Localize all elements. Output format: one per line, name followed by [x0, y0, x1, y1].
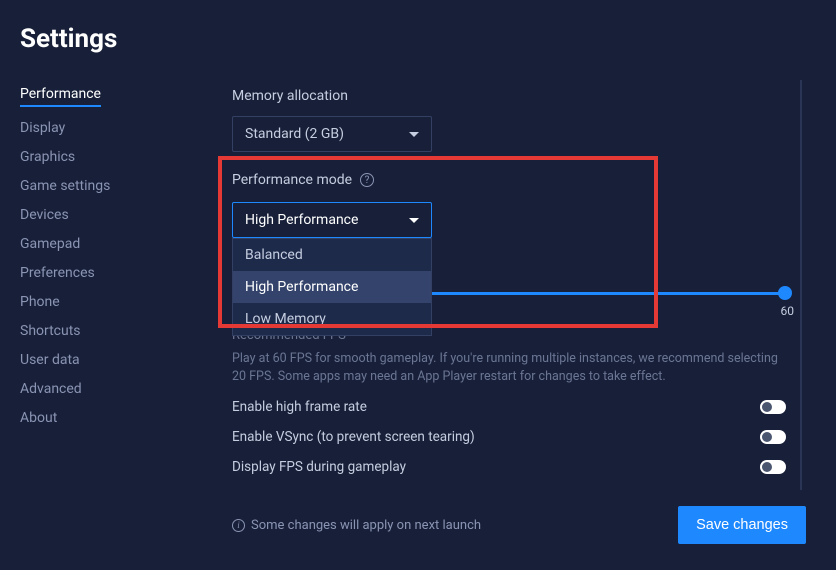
memory-section: Memory allocation Standard (2 GB) [232, 88, 796, 152]
fps-thumb[interactable] [778, 286, 792, 300]
sidebar-item-user-data[interactable]: User data [20, 352, 80, 368]
dropdown-option-balanced[interactable]: Balanced [233, 239, 431, 271]
toggle-vsync[interactable] [760, 430, 786, 444]
toggle-label-vsync: Enable VSync (to prevent screen tearing) [232, 429, 475, 445]
toggle-rows: Enable high frame rate Enable VSync (to … [232, 392, 786, 482]
sidebar: Performance Display Graphics Game settin… [0, 80, 200, 570]
performance-mode-label: Performance mode [232, 172, 352, 188]
performance-mode-section: Performance mode ? High Performance Bala… [232, 172, 796, 238]
fps-help-text: Play at 60 FPS for smooth gameplay. If y… [232, 350, 786, 386]
sidebar-item-preferences[interactable]: Preferences [20, 265, 95, 281]
sidebar-item-graphics[interactable]: Graphics [20, 149, 75, 165]
dropdown-option-low-memory[interactable]: Low Memory [233, 303, 431, 335]
sidebar-item-display[interactable]: Display [20, 120, 65, 136]
performance-mode-select[interactable]: High Performance Balanced High Performan… [232, 202, 432, 238]
info-icon: i [232, 519, 245, 532]
footer: i Some changes will apply on next launch… [232, 506, 806, 544]
sidebar-item-devices[interactable]: Devices [20, 207, 69, 223]
toggle-row-high-frame-rate: Enable high frame rate [232, 392, 786, 422]
toggle-label-high-frame-rate: Enable high frame rate [232, 399, 367, 415]
settings-content: Memory allocation Standard (2 GB) Perfor… [200, 80, 836, 570]
sidebar-item-about[interactable]: About [20, 410, 57, 426]
sidebar-item-gamepad[interactable]: Gamepad [20, 236, 80, 252]
memory-select-value: Standard (2 GB) [245, 126, 344, 142]
page-title: Settings [0, 0, 836, 54]
dropdown-option-high-performance[interactable]: High Performance [233, 271, 431, 303]
chevron-down-icon [409, 218, 419, 223]
performance-mode-dropdown: Balanced High Performance Low Memory [232, 238, 432, 336]
sidebar-item-phone[interactable]: Phone [20, 294, 60, 310]
toggle-row-display-fps: Display FPS during gameplay [232, 452, 786, 482]
footer-note: i Some changes will apply on next launch [232, 518, 481, 533]
chevron-down-icon [409, 132, 419, 137]
toggle-display-fps[interactable] [760, 460, 786, 474]
fps-value: 60 [781, 304, 795, 318]
footer-note-text: Some changes will apply on next launch [251, 518, 481, 533]
memory-label: Memory allocation [232, 88, 796, 104]
toggle-label-display-fps: Display FPS during gameplay [232, 459, 406, 475]
sidebar-item-game-settings[interactable]: Game settings [20, 178, 110, 194]
save-changes-button[interactable]: Save changes [678, 506, 806, 544]
toggle-row-vsync: Enable VSync (to prevent screen tearing) [232, 422, 786, 452]
toggle-high-frame-rate[interactable] [760, 400, 786, 414]
sidebar-item-advanced[interactable]: Advanced [20, 381, 82, 397]
sidebar-item-shortcuts[interactable]: Shortcuts [20, 323, 81, 339]
help-icon[interactable]: ? [360, 173, 374, 187]
scrollbar[interactable] [800, 80, 802, 490]
memory-select[interactable]: Standard (2 GB) [232, 116, 432, 152]
performance-mode-value: High Performance [245, 212, 358, 228]
sidebar-item-performance[interactable]: Performance [20, 86, 101, 107]
